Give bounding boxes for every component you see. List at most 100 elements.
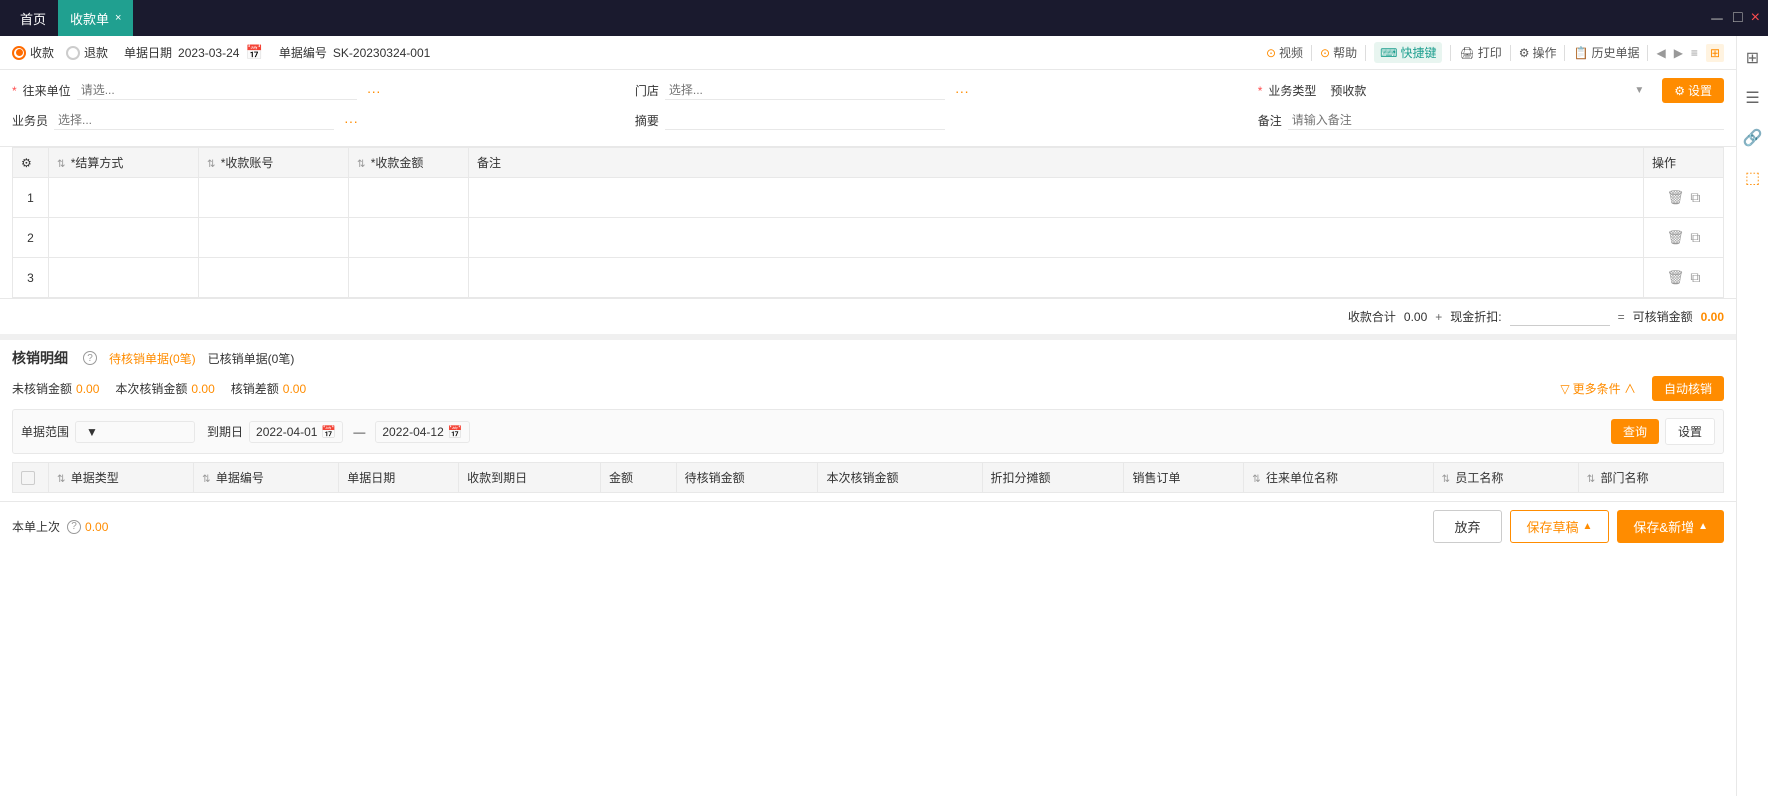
- row-3-copy-icon[interactable]: ⧉: [1690, 269, 1700, 286]
- verify-info-icon[interactable]: ?: [83, 351, 97, 365]
- receipt-table: ⚙ ⇅ *结算方式 ⇅ *收款账号 ⇅ *收款金额: [12, 147, 1724, 298]
- staff-more-btn[interactable]: ···: [344, 113, 358, 129]
- biz-type-arrow-icon[interactable]: ▼: [1634, 85, 1644, 96]
- abstract-label: 摘要: [635, 112, 659, 129]
- nav-right-icon[interactable]: ▶: [1674, 46, 1683, 60]
- row-2-ops: 🗑 ⧉: [1644, 218, 1724, 258]
- home-tab[interactable]: 首页: [8, 0, 58, 36]
- unverified-amount: 未核销金额 0.00: [12, 380, 99, 397]
- remark-input[interactable]: [1288, 111, 1724, 130]
- more-conditions-btn[interactable]: ▽ 更多条件 ∧: [1560, 380, 1636, 397]
- row-1-settle[interactable]: [49, 178, 199, 218]
- form-row-2: 业务员 ··· 摘要 备注: [12, 111, 1724, 130]
- save-draft-button[interactable]: 保存草稿 ▲: [1510, 510, 1610, 543]
- shortcut-btn[interactable]: ⌨ 快捷键: [1374, 42, 1442, 63]
- th-settle: ⇅ *结算方式: [49, 148, 199, 178]
- counterparty-more-btn[interactable]: ···: [367, 83, 381, 99]
- auto-verify-button[interactable]: 自动核销: [1652, 376, 1724, 401]
- vth-counterparty-label: 往来单位名称: [1266, 471, 1338, 485]
- row-3-remark[interactable]: [469, 258, 1644, 298]
- counterparty-label: 往来单位: [23, 82, 71, 99]
- settings-gear-table-icon[interactable]: ⚙: [21, 156, 32, 170]
- vth-discount-label: 折扣分摊额: [991, 471, 1051, 485]
- verify-title: 核销明细: [12, 348, 68, 368]
- abandon-button[interactable]: 放弃: [1433, 510, 1501, 543]
- receipt-radio[interactable]: 收款: [12, 44, 54, 61]
- sidebar-list-icon[interactable]: ☰: [1741, 84, 1763, 112]
- shop-more-btn[interactable]: ···: [955, 83, 969, 99]
- done-tab[interactable]: 已核销单据(0笔): [208, 350, 295, 367]
- row-1-delete-icon[interactable]: 🗑: [1667, 189, 1685, 206]
- pending-tab[interactable]: 待核销单据(0笔): [109, 350, 196, 367]
- row-3-delete-icon[interactable]: 🗑: [1667, 269, 1685, 286]
- th-settle-label: *结算方式: [71, 156, 124, 170]
- row-2-remark[interactable]: [469, 218, 1644, 258]
- sort-no-icon[interactable]: ⇅: [202, 474, 210, 485]
- discount-input[interactable]: [1510, 307, 1610, 326]
- sort-type-icon[interactable]: ⇅: [57, 474, 65, 485]
- refund-radio[interactable]: 退款: [66, 44, 108, 61]
- sort-settle-icon[interactable]: ⇅: [57, 159, 65, 170]
- sort-account-icon[interactable]: ⇅: [207, 159, 215, 170]
- print-icon: 🖨: [1459, 46, 1474, 60]
- history-label: 历史单据: [1591, 44, 1639, 61]
- receipt-tab-close[interactable]: ×: [115, 12, 121, 24]
- vth-amount-label: 金额: [609, 471, 633, 485]
- print-btn[interactable]: 🖨 打印: [1459, 44, 1501, 61]
- bill-date-calendar-icon[interactable]: 📅: [245, 44, 262, 61]
- shop-field: 门店 ···: [635, 81, 1218, 100]
- row-2-delete-icon[interactable]: 🗑: [1667, 229, 1685, 246]
- list-view-icon[interactable]: ≡: [1691, 46, 1698, 60]
- unverified-label: 未核销金额: [12, 380, 72, 397]
- row-2-copy-icon[interactable]: ⧉: [1690, 229, 1700, 246]
- session-info-icon[interactable]: ?: [67, 520, 81, 534]
- row-1-account[interactable]: [199, 178, 349, 218]
- sidebar-table-icon[interactable]: ⊞: [1742, 44, 1763, 72]
- th-settings[interactable]: ⚙: [13, 148, 49, 178]
- sort-cp-icon[interactable]: ⇅: [1252, 474, 1260, 485]
- close-btn-window[interactable]: ×: [1751, 9, 1760, 27]
- grid-view-icon[interactable]: ⊞: [1706, 44, 1724, 62]
- abstract-input[interactable]: [665, 111, 945, 130]
- maximize-btn[interactable]: □: [1733, 9, 1743, 27]
- minimize-btn[interactable]: －: [1709, 6, 1725, 30]
- due-date-from[interactable]: 2022-04-01 📅: [249, 421, 343, 443]
- ops-icon: ⚙: [1519, 46, 1530, 60]
- sort-amount-icon[interactable]: ⇅: [357, 159, 365, 170]
- row-3-settle[interactable]: [49, 258, 199, 298]
- verify-diff-value: 0.00: [283, 382, 306, 396]
- row-2-settle[interactable]: [49, 218, 199, 258]
- query-button[interactable]: 查询: [1611, 419, 1659, 444]
- range-select[interactable]: ▼: [75, 421, 195, 443]
- due-date-to[interactable]: 2022-04-12 📅: [375, 421, 469, 443]
- row-1-copy-icon[interactable]: ⧉: [1690, 189, 1700, 206]
- settings-button[interactable]: ⚙ 设置: [1662, 78, 1724, 103]
- row-2-account[interactable]: [199, 218, 349, 258]
- staff-input[interactable]: [54, 111, 334, 130]
- row-3-amount[interactable]: [349, 258, 469, 298]
- shop-input[interactable]: [665, 81, 945, 100]
- filter-settings-button[interactable]: 设置: [1665, 418, 1715, 445]
- session-info: 本单上次 ? 0.00: [12, 518, 108, 535]
- history-btn[interactable]: 📋 历史单据: [1573, 44, 1639, 61]
- receipt-tab[interactable]: 收款单 ×: [58, 0, 133, 36]
- shop-label: 门店: [635, 82, 659, 99]
- row-1-amount[interactable]: [349, 178, 469, 218]
- range-field: 单据范围 ▼: [21, 421, 195, 443]
- vth-checkbox: [13, 463, 49, 493]
- save-new-button[interactable]: 保存&新增 ▲: [1617, 510, 1724, 543]
- select-all-checkbox[interactable]: [21, 471, 35, 485]
- video-btn[interactable]: ⊙ 视频: [1266, 44, 1303, 61]
- ops-btn[interactable]: ⚙ 操作: [1519, 44, 1557, 61]
- row-3-account[interactable]: [199, 258, 349, 298]
- sidebar-link-icon[interactable]: 🔗: [1739, 124, 1767, 152]
- row-1-remark[interactable]: [469, 178, 1644, 218]
- help-btn[interactable]: ⊙ 帮助: [1320, 44, 1357, 61]
- counterparty-input[interactable]: [77, 81, 357, 100]
- sort-staff-icon[interactable]: ⇅: [1442, 474, 1450, 485]
- sort-dept-icon[interactable]: ⇅: [1587, 474, 1595, 485]
- vth-no-label: 单据编号: [216, 471, 264, 485]
- row-2-amount[interactable]: [349, 218, 469, 258]
- sidebar-scan-icon[interactable]: ⬚: [1741, 164, 1764, 192]
- nav-left-icon[interactable]: ◀: [1656, 46, 1665, 60]
